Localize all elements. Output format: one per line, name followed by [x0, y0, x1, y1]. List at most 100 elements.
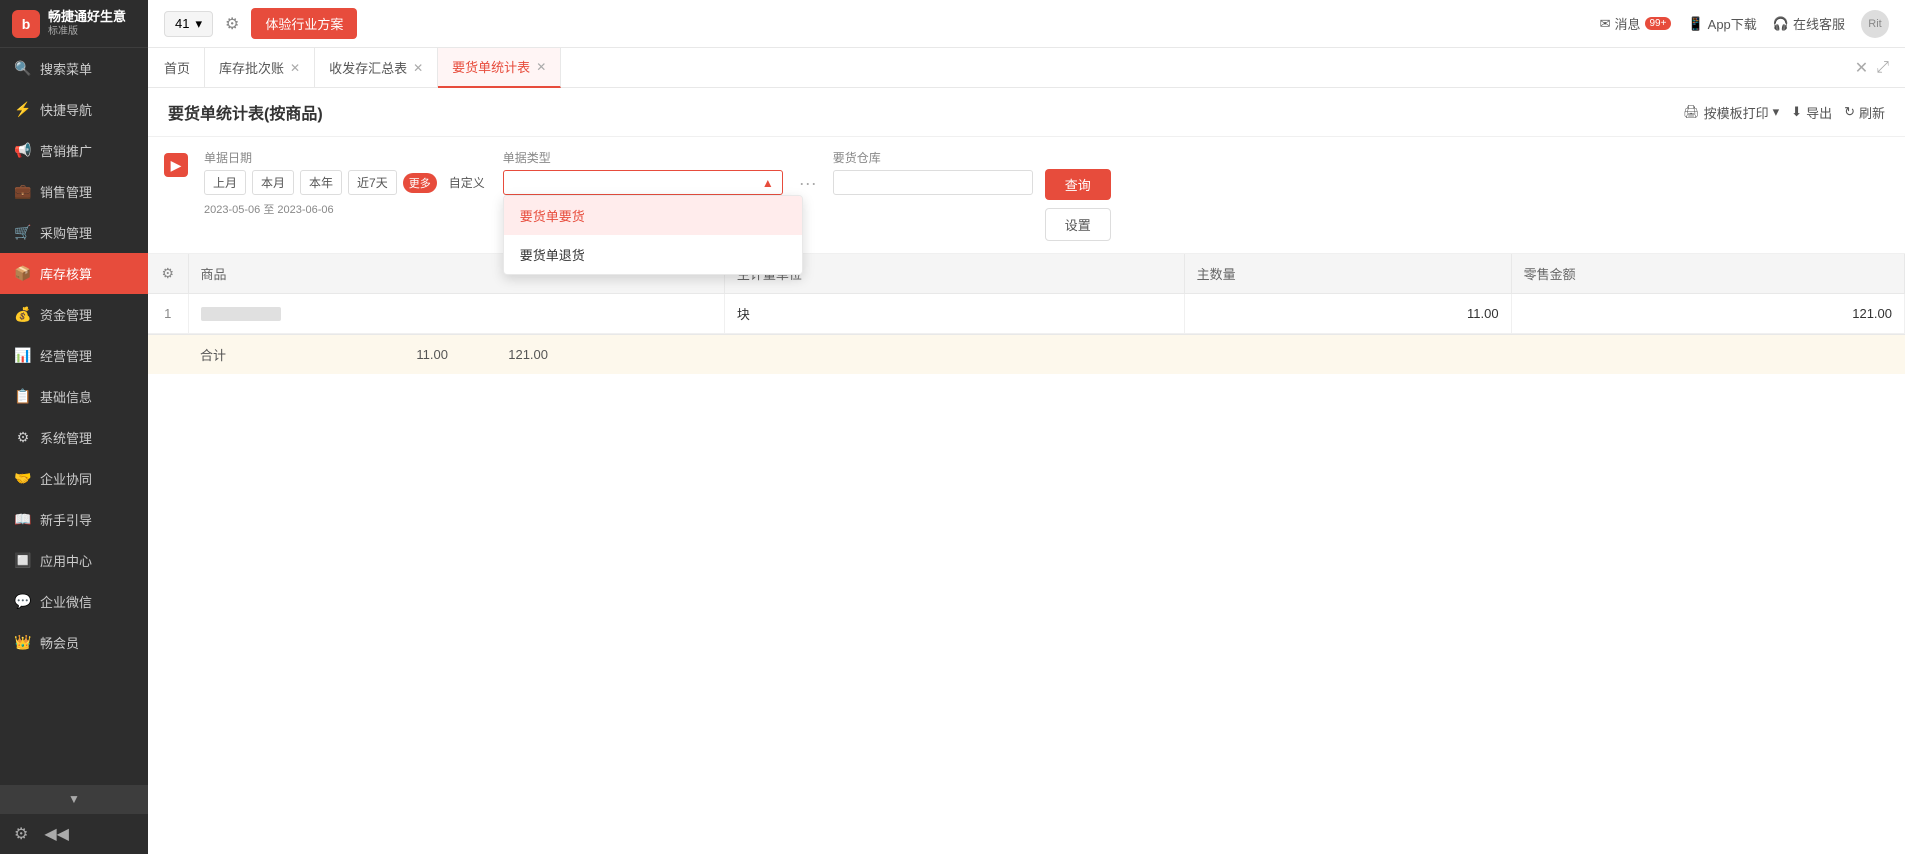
- operations-icon: 📊: [14, 347, 32, 365]
- marketing-icon: 📢: [14, 142, 32, 160]
- sidebar-collapse-icon[interactable]: ◀◀: [44, 824, 69, 844]
- col-header-settings[interactable]: ⚙: [148, 254, 188, 294]
- tabs-bar: 首页 库存批次账 ✕ 收发存汇总表 ✕ 要货单统计表 ✕ ✕ ⤢: [148, 48, 1905, 88]
- table-row: 1 块 11.00 121.00: [148, 294, 1905, 334]
- product-name-placeholder: [201, 307, 281, 321]
- tab-home[interactable]: 首页: [164, 48, 205, 88]
- user-avatar[interactable]: Rit: [1861, 10, 1889, 38]
- table-header-row: ⚙ 商品 主计量单位 主数量 零售金额: [148, 254, 1905, 294]
- store-selector[interactable]: 41 ▾: [164, 11, 213, 37]
- sidebar-item-sales[interactable]: 💼 销售管理: [0, 171, 148, 212]
- tab-close-inventory-batch[interactable]: ✕: [290, 61, 300, 75]
- print-chevron-icon: ▾: [1773, 104, 1780, 120]
- page-content: 要货单统计表(按商品) 🖨 按模板打印 ▾ ⬇ 导出 ↻ 刷新 ▶: [148, 88, 1905, 854]
- quick-nav-icon: ⚡: [14, 101, 32, 119]
- tab-close-order-summary[interactable]: ✕: [536, 60, 546, 74]
- search-icon: 🔍: [14, 60, 32, 78]
- tab-close-all-icon[interactable]: ✕: [1855, 58, 1868, 78]
- date-range-text: 2023-05-06 至 2023-06-06: [204, 201, 491, 217]
- main-area: 41 ▾ ⚙ 体验行业方案 ✉ 消息 99+ 📱 App下载 🎧 在线客服 Ri…: [148, 0, 1905, 854]
- sidebar-item-guide[interactable]: 📖 新手引导: [0, 499, 148, 540]
- sidebar-item-system[interactable]: ⚙ 系统管理: [0, 417, 148, 458]
- sidebar-item-basic[interactable]: 📋 基础信息: [0, 376, 148, 417]
- sidebar-item-wechat[interactable]: 💬 企业微信: [0, 581, 148, 622]
- refresh-icon: ↻: [1844, 104, 1855, 120]
- sidebar-nav: 🔍 搜索菜单 ⚡ 快捷导航 📢 营销推广 💼 销售管理 🛒 采购管理 📦 库存核…: [0, 48, 148, 785]
- tab-close-receive-summary[interactable]: ✕: [413, 61, 423, 75]
- messages-btn[interactable]: ✉ 消息 99+: [1600, 14, 1672, 33]
- date-more-tag[interactable]: 更多: [403, 173, 437, 193]
- sidebar-item-inventory[interactable]: 📦 库存核算: [0, 253, 148, 294]
- sales-icon: 💼: [14, 183, 32, 201]
- type-option-requisition[interactable]: 要货单要货: [504, 196, 802, 235]
- sidebar-item-finance[interactable]: 💰 资金管理: [0, 294, 148, 335]
- app-download-btn[interactable]: 📱 App下载: [1687, 14, 1756, 33]
- print-button[interactable]: 🖨 按模板打印 ▾: [1683, 103, 1779, 122]
- cell-unit: 块: [724, 294, 1184, 334]
- warehouse-filter-label: 要货仓库: [833, 149, 1033, 166]
- header-gear-icon[interactable]: ⚙: [225, 14, 239, 34]
- chevron-down-icon: ▾: [195, 16, 202, 32]
- message-icon: ✉: [1600, 16, 1611, 32]
- refresh-button[interactable]: ↻ 刷新: [1844, 103, 1885, 122]
- sidebar-item-search[interactable]: 🔍 搜索菜单: [0, 48, 148, 89]
- type-select-input[interactable]: [512, 175, 758, 190]
- print-icon: 🖨: [1683, 104, 1700, 120]
- date-btn-last-month[interactable]: 上月: [204, 170, 246, 195]
- sidebar-settings-icon[interactable]: ⚙: [14, 824, 28, 844]
- col-header-amount: 零售金额: [1511, 254, 1904, 294]
- cell-quantity: 11.00: [1184, 294, 1511, 334]
- online-service-btn[interactable]: 🎧 在线客服: [1773, 14, 1845, 33]
- date-btn-last-7-days[interactable]: 近7天: [348, 170, 397, 195]
- filter-area: ▶ 单据日期 上月 本月 本年 近7天 更多 自定义 2023-05-06 至 …: [148, 137, 1905, 254]
- date-btn-this-year[interactable]: 本年: [300, 170, 342, 195]
- header-left: 41 ▾ ⚙ 体验行业方案: [164, 8, 357, 39]
- sidebar-item-marketing[interactable]: 📢 营销推广: [0, 130, 148, 171]
- date-btn-this-month[interactable]: 本月: [252, 170, 294, 195]
- top-header: 41 ▾ ⚙ 体验行业方案 ✉ 消息 99+ 📱 App下载 🎧 在线客服 Ri…: [148, 0, 1905, 48]
- date-filter-group: 单据日期 上月 本月 本年 近7天 更多 自定义 2023-05-06 至 20…: [204, 149, 491, 217]
- filter-more-dots-icon[interactable]: ···: [795, 169, 821, 198]
- type-select-trigger[interactable]: ▲: [503, 170, 783, 195]
- sidebar-item-enterprise[interactable]: 🤝 企业协同: [0, 458, 148, 499]
- filter-row: 单据日期 上月 本月 本年 近7天 更多 自定义 2023-05-06 至 20…: [204, 149, 1889, 241]
- sidebar-scroll-down[interactable]: ▼: [0, 785, 148, 813]
- date-custom-btn[interactable]: 自定义: [443, 171, 491, 194]
- wechat-icon: 💬: [14, 593, 32, 611]
- page-actions: 🖨 按模板打印 ▾ ⬇ 导出 ↻ 刷新: [1683, 103, 1885, 122]
- table-settings-icon[interactable]: ⚙: [161, 265, 174, 281]
- sidebar-item-app-center[interactable]: 🔲 应用中心: [0, 540, 148, 581]
- sidebar: b 畅捷通好生意 标准版 🔍 搜索菜单 ⚡ 快捷导航 📢 营销推广 💼 销售管理…: [0, 0, 148, 854]
- type-select-arrow-icon: ▲: [762, 176, 774, 190]
- type-filter-group: 单据类型 ▲ 要货单要货 要货单退货: [503, 149, 783, 195]
- tab-expand-icon[interactable]: ⤢: [1876, 59, 1889, 77]
- trial-button[interactable]: 体验行业方案: [251, 8, 357, 39]
- sidebar-footer: ⚙ ◀◀: [0, 813, 148, 854]
- warehouse-input[interactable]: [833, 170, 1033, 195]
- download-icon: 📱: [1687, 16, 1703, 32]
- basic-icon: 📋: [14, 388, 32, 406]
- filter-settings-button[interactable]: 设置: [1045, 208, 1111, 241]
- sidebar-item-vip[interactable]: 👑 畅会员: [0, 622, 148, 663]
- sidebar-item-operations[interactable]: 📊 经营管理: [0, 335, 148, 376]
- tab-receive-summary[interactable]: 收发存汇总表 ✕: [315, 48, 438, 88]
- guide-icon: 📖: [14, 511, 32, 529]
- sidebar-item-quick-nav[interactable]: ⚡ 快捷导航: [0, 89, 148, 130]
- export-icon: ⬇: [1791, 104, 1802, 120]
- tab-order-summary[interactable]: 要货单统计表 ✕: [438, 48, 561, 88]
- date-filter-controls: 上月 本月 本年 近7天 更多 自定义: [204, 170, 491, 195]
- tab-inventory-batch[interactable]: 库存批次账 ✕: [205, 48, 315, 88]
- cell-seq: 1: [148, 294, 188, 334]
- system-icon: ⚙: [14, 429, 32, 447]
- data-table: ⚙ 商品 主计量单位 主数量 零售金额 1 块: [148, 254, 1905, 334]
- tabs-actions: ✕ ⤢: [1855, 58, 1889, 78]
- filter-toggle-btn[interactable]: ▶: [164, 153, 188, 177]
- type-option-return[interactable]: 要货单退货: [504, 235, 802, 274]
- logo-text: 畅捷通好生意 标准版: [48, 9, 126, 39]
- type-select-wrap: ▲ 要货单要货 要货单退货: [503, 170, 783, 195]
- query-button[interactable]: 查询: [1045, 169, 1111, 200]
- app-center-icon: 🔲: [14, 552, 32, 570]
- sidebar-item-purchase[interactable]: 🛒 采购管理: [0, 212, 148, 253]
- service-icon: 🎧: [1773, 16, 1789, 32]
- export-button[interactable]: ⬇ 导出: [1791, 103, 1832, 122]
